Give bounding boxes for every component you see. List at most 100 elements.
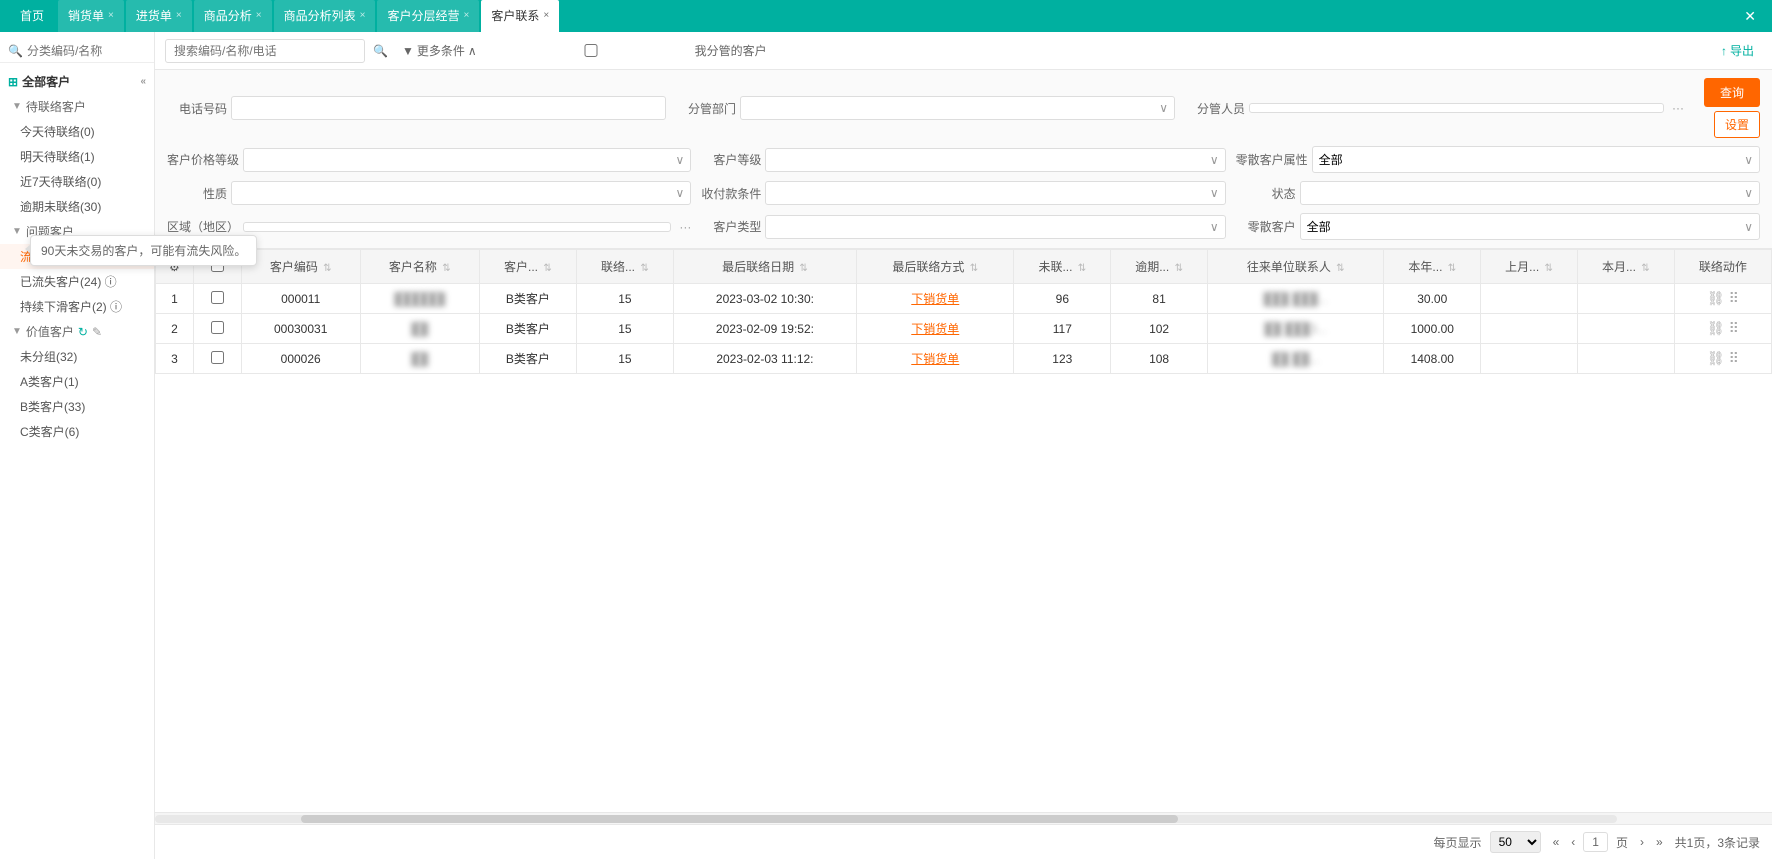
tab-purchase[interactable]: 进货单 × bbox=[126, 0, 192, 32]
query-button[interactable]: 查询 bbox=[1704, 78, 1760, 107]
col-code-sort[interactable]: ⇅ bbox=[323, 263, 331, 274]
tab-sales-close[interactable]: × bbox=[108, 0, 114, 32]
field-status: 状态 ∨ bbox=[1236, 181, 1760, 205]
first-page-button[interactable]: « bbox=[1549, 833, 1564, 851]
col-name: 客户名称 ⇅ bbox=[360, 250, 479, 284]
field-payment: 收付款条件 ∨ bbox=[701, 181, 1225, 205]
search-input[interactable] bbox=[165, 39, 365, 63]
row-last-date: 2023-02-09 19:52: bbox=[673, 314, 856, 344]
col-name-sort[interactable]: ⇅ bbox=[442, 263, 450, 274]
scrollbar-thumb[interactable] bbox=[301, 815, 1178, 823]
content-area: 🔍 ▼ 更多条件 ∧ 我分管的客户 ↑ 导出 电话号码 bbox=[155, 32, 1772, 859]
field-zero-attr-select[interactable]: 全部 ∨ bbox=[1312, 146, 1760, 173]
col-last-month-sort[interactable]: ⇅ bbox=[1545, 263, 1553, 274]
field-person-select[interactable] bbox=[1249, 103, 1664, 113]
col-type-sort[interactable]: ⇅ bbox=[543, 263, 551, 274]
field-region-dots[interactable]: ··· bbox=[679, 220, 691, 234]
tab-home[interactable]: 首页 bbox=[8, 0, 56, 32]
field-level-select[interactable]: ∨ bbox=[765, 148, 1225, 172]
export-button[interactable]: ↑ 导出 bbox=[1713, 38, 1762, 63]
tab-analysis-list[interactable]: 商品分析列表 × bbox=[274, 0, 376, 32]
tab-customer-layer-close[interactable]: × bbox=[463, 0, 469, 32]
field-price-level-select[interactable]: ∨ bbox=[243, 148, 691, 172]
sidebar-item-churned[interactable]: 已流失客户(24) ⓘ bbox=[0, 269, 154, 294]
col-this-year-sort[interactable]: ⇅ bbox=[1448, 263, 1456, 274]
sidebar-collapse-button[interactable]: « bbox=[140, 76, 146, 87]
row-select-checkbox[interactable] bbox=[211, 321, 224, 334]
col-this-month-sort[interactable]: ⇅ bbox=[1641, 263, 1649, 274]
field-payment-select[interactable]: ∨ bbox=[765, 181, 1225, 205]
tab-customer-layer[interactable]: 客户分层经营 × bbox=[377, 0, 479, 32]
table-row: 3 000026 ██ B类客户 15 2023-02-03 11:12: 下销… bbox=[156, 344, 1772, 374]
sidebar-item-class-a[interactable]: A类客户(1) bbox=[0, 369, 154, 394]
row-action-grid[interactable]: ⠿ bbox=[1729, 350, 1739, 367]
sidebar-all-customers[interactable]: ⊞ 全部客户 « bbox=[0, 69, 154, 94]
more-conditions-button[interactable]: ▼ 更多条件 ∧ bbox=[396, 38, 483, 63]
sidebar-item-tomorrow[interactable]: 明天待联络(1) bbox=[0, 144, 154, 169]
sidebar-item-declining[interactable]: 持续下滑客户(2) ⓘ bbox=[0, 294, 154, 319]
field-level-label: 客户等级 bbox=[701, 151, 761, 168]
col-not-contact-sort[interactable]: ⇅ bbox=[1078, 263, 1086, 274]
horizontal-scrollbar[interactable] bbox=[155, 812, 1772, 824]
tab-purchase-close[interactable]: × bbox=[176, 0, 182, 32]
page-navigation: « ‹ 1 页 › » bbox=[1549, 832, 1667, 853]
col-contacts-sort[interactable]: ⇅ bbox=[1336, 263, 1344, 274]
col-last-method-sort[interactable]: ⇅ bbox=[970, 263, 978, 274]
tab-customer-contact[interactable]: 客户联系 × bbox=[481, 0, 559, 32]
field-nature-select[interactable]: ∨ bbox=[231, 181, 691, 205]
sidebar-search-area: 🔍 bbox=[0, 40, 154, 63]
row-index: 3 bbox=[156, 344, 194, 374]
field-zero-customer-select[interactable]: 全部 ∨ bbox=[1300, 213, 1760, 240]
field-type-select[interactable]: ∨ bbox=[765, 215, 1225, 239]
sidebar-item-week[interactable]: 近7天待联络(0) bbox=[0, 169, 154, 194]
filter-icon: ▼ bbox=[402, 44, 414, 58]
sidebar-item-ungrouped[interactable]: 未分组(32) bbox=[0, 344, 154, 369]
field-person-dots[interactable]: ··· bbox=[1672, 101, 1684, 115]
row-method-link[interactable]: 下销货单 bbox=[911, 352, 959, 366]
col-contact-count-sort[interactable]: ⇅ bbox=[640, 263, 648, 274]
row-method-link[interactable]: 下销货单 bbox=[911, 322, 959, 336]
tab-customer-contact-close[interactable]: × bbox=[543, 0, 549, 32]
my-customers-checkbox-label[interactable]: 我分管的客户 bbox=[491, 42, 767, 59]
window-close-button[interactable]: ✕ bbox=[1736, 8, 1764, 25]
field-phone-input[interactable] bbox=[231, 96, 666, 120]
next-page-button[interactable]: › bbox=[1636, 833, 1648, 851]
sidebar-item-class-b[interactable]: B类客户(33) bbox=[0, 394, 154, 419]
tab-sales[interactable]: 销货单 × bbox=[58, 0, 124, 32]
table-area: ⚙ 客户编码 ⇅ 客户名称 ⇅ 客户... ⇅ 联络... ⇅ 最后联络日期 ⇅… bbox=[155, 249, 1772, 812]
field-dept-select[interactable]: ∨ bbox=[740, 96, 1175, 120]
sidebar-item-class-c[interactable]: C类客户(6) bbox=[0, 419, 154, 444]
search-button[interactable]: 🔍 bbox=[373, 44, 388, 58]
tab-analysis[interactable]: 商品分析 × bbox=[194, 0, 272, 32]
settings-button[interactable]: 设置 bbox=[1714, 111, 1760, 138]
last-page-button[interactable]: » bbox=[1652, 833, 1667, 851]
sidebar-search-input[interactable] bbox=[27, 44, 155, 58]
tab-analysis-list-close[interactable]: × bbox=[360, 0, 366, 32]
row-action-link[interactable]: ⛓ bbox=[1707, 350, 1725, 367]
row-checkbox bbox=[193, 344, 241, 374]
field-status-select[interactable]: ∨ bbox=[1300, 181, 1760, 205]
sidebar-item-overdue[interactable]: 逾期未联络(30) bbox=[0, 194, 154, 219]
sidebar-group-value-refresh[interactable]: ↻ bbox=[78, 325, 88, 339]
row-not-contact: 123 bbox=[1014, 344, 1111, 374]
field-type-label: 客户类型 bbox=[701, 218, 761, 235]
row-action-grid[interactable]: ⠿ bbox=[1729, 290, 1739, 307]
sidebar-item-today[interactable]: 今天待联络(0) bbox=[0, 119, 154, 144]
field-region-select[interactable] bbox=[243, 222, 671, 232]
row-method-link[interactable]: 下销货单 bbox=[911, 292, 959, 306]
prev-page-button[interactable]: ‹ bbox=[1567, 833, 1579, 851]
sidebar-group-pending[interactable]: ▼ 待联络客户 bbox=[0, 94, 154, 119]
col-overdue-sort[interactable]: ⇅ bbox=[1175, 263, 1183, 274]
row-select-checkbox[interactable] bbox=[211, 351, 224, 364]
col-last-date-sort[interactable]: ⇅ bbox=[799, 263, 807, 274]
row-action-link[interactable]: ⛓ bbox=[1707, 290, 1725, 307]
row-select-checkbox[interactable] bbox=[211, 291, 224, 304]
my-customers-checkbox[interactable] bbox=[491, 44, 691, 57]
page-size-select[interactable]: 50 100 200 bbox=[1490, 831, 1541, 853]
sidebar-group-value-edit[interactable]: ✎ bbox=[92, 325, 102, 339]
tab-analysis-close[interactable]: × bbox=[256, 0, 262, 32]
row-action-link[interactable]: ⛓ bbox=[1707, 320, 1725, 337]
row-action-grid[interactable]: ⠿ bbox=[1729, 320, 1739, 337]
scrollbar-track[interactable] bbox=[155, 815, 1617, 823]
sidebar-group-value[interactable]: ▼ 价值客户 ↻ ✎ bbox=[0, 319, 154, 344]
